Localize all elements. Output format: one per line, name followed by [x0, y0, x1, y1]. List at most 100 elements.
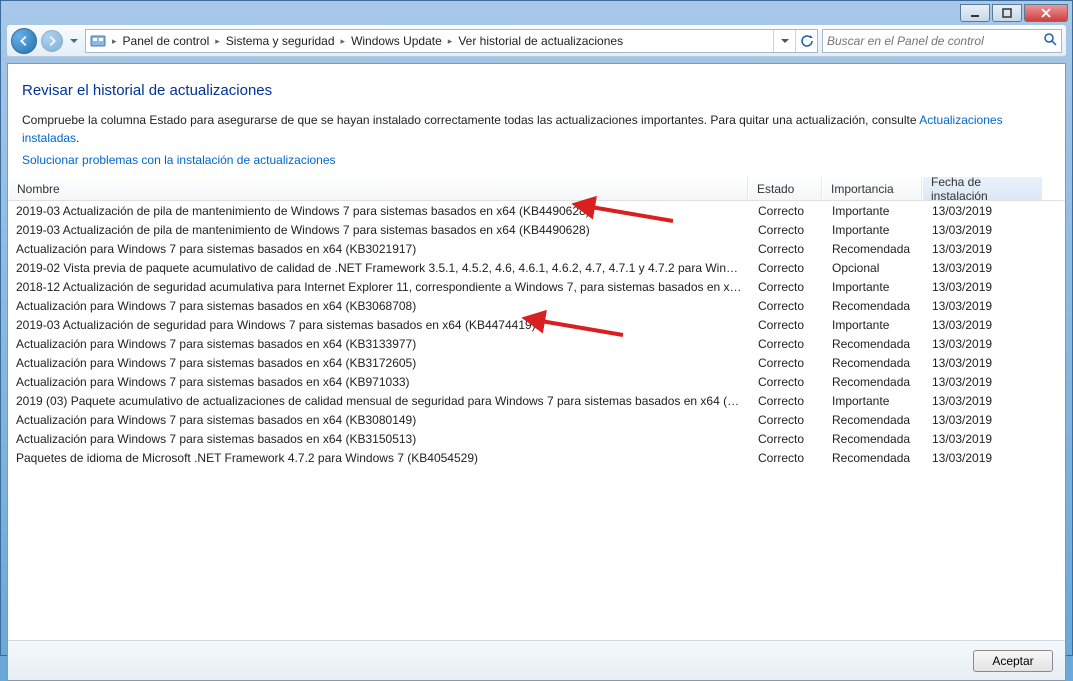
back-button[interactable] [11, 28, 37, 54]
maximize-button[interactable] [992, 4, 1022, 22]
cell-date: 13/03/2019 [924, 394, 1044, 408]
navigation-bar: ▸ Panel de control ▸ Sistema y seguridad… [7, 25, 1066, 57]
table-row[interactable]: 2019-03 Actualización de pila de manteni… [8, 201, 1065, 220]
table-row[interactable]: 2019-03 Actualización de pila de manteni… [8, 220, 1065, 239]
cell-name: Actualización para Windows 7 para sistem… [8, 375, 750, 389]
cell-importance: Importante [824, 394, 924, 408]
cell-status: Correcto [750, 451, 824, 465]
table-row[interactable]: Actualización para Windows 7 para sistem… [8, 296, 1065, 315]
cell-importance: Recomendada [824, 413, 924, 427]
cell-status: Correcto [750, 337, 824, 351]
table-row[interactable]: Paquetes de idioma de Microsoft .NET Fra… [8, 448, 1065, 467]
title-bar [1, 1, 1072, 25]
cell-name: 2019-03 Actualización de pila de manteni… [8, 204, 750, 218]
history-dropdown[interactable] [67, 31, 81, 51]
rows-container: 2019-03 Actualización de pila de manteni… [8, 201, 1065, 467]
cell-name: 2019-03 Actualización de pila de manteni… [8, 223, 750, 237]
minimize-button[interactable] [960, 4, 990, 22]
chevron-right-icon: ▸ [446, 36, 455, 47]
cell-date: 13/03/2019 [924, 375, 1044, 389]
table-row[interactable]: 2018-12 Actualización de seguridad acumu… [8, 277, 1065, 296]
forward-button[interactable] [41, 30, 63, 52]
cell-status: Correcto [750, 318, 824, 332]
page-description: Compruebe la columna Estado para asegura… [22, 111, 1051, 169]
table-row[interactable]: Actualización para Windows 7 para sistem… [8, 372, 1065, 391]
cell-date: 13/03/2019 [924, 356, 1044, 370]
search-box[interactable] [822, 29, 1062, 53]
cell-date: 13/03/2019 [924, 299, 1044, 313]
cell-date: 13/03/2019 [924, 318, 1044, 332]
breadcrumb-dropdown[interactable] [773, 30, 795, 52]
cell-importance: Importante [824, 223, 924, 237]
cell-importance: Importante [824, 280, 924, 294]
table-row[interactable]: 2019-02 Vista previa de paquete acumulat… [8, 258, 1065, 277]
cell-importance: Recomendada [824, 242, 924, 256]
cell-importance: Importante [824, 318, 924, 332]
cell-date: 13/03/2019 [924, 261, 1044, 275]
col-header-status[interactable]: Estado [748, 177, 822, 200]
chevron-right-icon: ▸ [110, 36, 119, 47]
cell-status: Correcto [750, 261, 824, 275]
breadcrumb-segment[interactable]: Ver historial de actualizaciones [454, 34, 627, 48]
cell-name: Actualización para Windows 7 para sistem… [8, 242, 750, 256]
table-row[interactable]: Actualización para Windows 7 para sistem… [8, 239, 1065, 258]
cell-name: 2019-03 Actualización de seguridad para … [8, 318, 750, 332]
column-headers: Nombre Estado Importancia Fecha de insta… [8, 177, 1065, 201]
breadcrumb-segment[interactable]: Panel de control [119, 34, 214, 48]
cell-name: Actualización para Windows 7 para sistem… [8, 337, 750, 351]
table-row[interactable]: Actualización para Windows 7 para sistem… [8, 429, 1065, 448]
cell-status: Correcto [750, 375, 824, 389]
cell-name: Actualización para Windows 7 para sistem… [8, 356, 750, 370]
control-panel-icon [90, 33, 106, 49]
cell-importance: Recomendada [824, 432, 924, 446]
update-list: Nombre Estado Importancia Fecha de insta… [8, 177, 1065, 640]
cell-importance: Recomendada [824, 299, 924, 313]
cell-name: 2019-02 Vista previa de paquete acumulat… [8, 261, 750, 275]
cell-status: Correcto [750, 432, 824, 446]
col-header-name[interactable]: Nombre [8, 177, 748, 200]
cell-date: 13/03/2019 [924, 337, 1044, 351]
col-header-importance[interactable]: Importancia [822, 177, 922, 200]
table-row[interactable]: Actualización para Windows 7 para sistem… [8, 410, 1065, 429]
cell-status: Correcto [750, 223, 824, 237]
cell-name: 2018-12 Actualización de seguridad acumu… [8, 280, 750, 294]
search-icon [1043, 32, 1057, 51]
col-header-date[interactable]: Fecha de instalación [922, 177, 1042, 200]
chevron-right-icon: ▸ [213, 36, 222, 47]
cell-importance: Importante [824, 204, 924, 218]
content-area: Revisar el historial de actualizaciones … [7, 63, 1066, 681]
table-row[interactable]: 2019-03 Actualización de seguridad para … [8, 315, 1065, 334]
accept-button[interactable]: Aceptar [973, 650, 1053, 672]
cell-date: 13/03/2019 [924, 432, 1044, 446]
cell-importance: Recomendada [824, 451, 924, 465]
cell-importance: Recomendada [824, 375, 924, 389]
search-input[interactable] [827, 34, 1043, 48]
breadcrumb-segment[interactable]: Sistema y seguridad [222, 34, 339, 48]
cell-importance: Recomendada [824, 356, 924, 370]
cell-status: Correcto [750, 299, 824, 313]
refresh-button[interactable] [795, 30, 817, 52]
cell-date: 13/03/2019 [924, 223, 1044, 237]
cell-importance: Recomendada [824, 337, 924, 351]
cell-name: Actualización para Windows 7 para sistem… [8, 413, 750, 427]
close-button[interactable] [1024, 4, 1068, 22]
cell-date: 13/03/2019 [924, 280, 1044, 294]
page-title: Revisar el historial de actualizaciones [22, 82, 1051, 99]
troubleshoot-link[interactable]: Solucionar problemas con la instalación … [22, 151, 336, 169]
cell-status: Correcto [750, 356, 824, 370]
cell-date: 13/03/2019 [924, 242, 1044, 256]
table-row[interactable]: 2019 (03) Paquete acumulativo de actuali… [8, 391, 1065, 410]
chevron-right-icon: ▸ [339, 36, 348, 47]
cell-date: 13/03/2019 [924, 204, 1044, 218]
breadcrumb-segment[interactable]: Windows Update [347, 34, 446, 48]
table-row[interactable]: Actualización para Windows 7 para sistem… [8, 353, 1065, 372]
window-frame: ▸ Panel de control ▸ Sistema y seguridad… [0, 0, 1073, 656]
cell-name: Paquetes de idioma de Microsoft .NET Fra… [8, 451, 750, 465]
cell-status: Correcto [750, 394, 824, 408]
table-row[interactable]: Actualización para Windows 7 para sistem… [8, 334, 1065, 353]
cell-name: Actualización para Windows 7 para sistem… [8, 432, 750, 446]
footer: Aceptar [8, 640, 1065, 680]
breadcrumb[interactable]: ▸ Panel de control ▸ Sistema y seguridad… [85, 29, 818, 53]
cell-name: Actualización para Windows 7 para sistem… [8, 299, 750, 313]
cell-importance: Opcional [824, 261, 924, 275]
